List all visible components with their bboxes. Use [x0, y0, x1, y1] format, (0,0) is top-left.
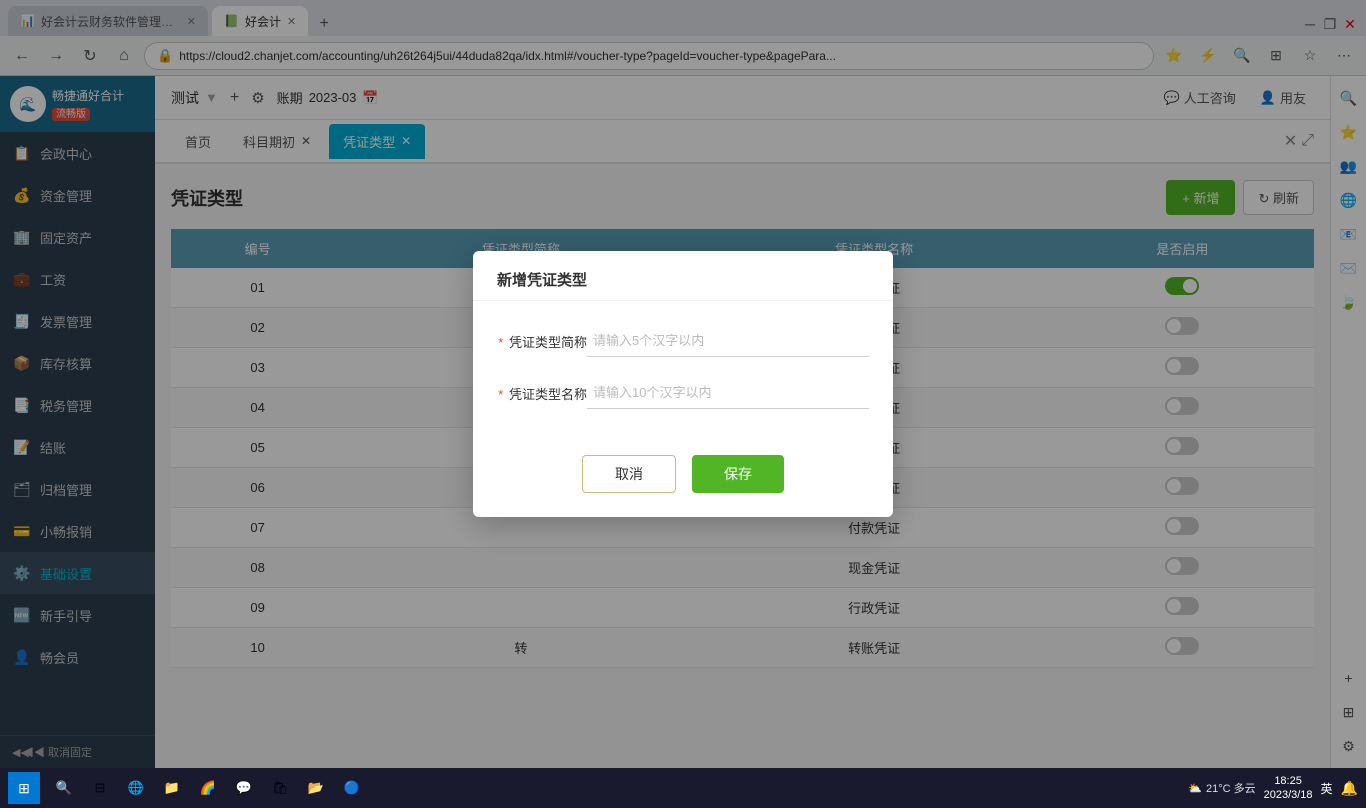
taskbar-time: 18:25 2023/3/18: [1264, 774, 1313, 803]
taskbar-notification[interactable]: 🔔: [1341, 780, 1358, 797]
taskbar-search[interactable]: 🔍: [48, 772, 80, 804]
abbr-required: *: [498, 335, 503, 350]
name-required: *: [498, 387, 503, 402]
taskbar-files[interactable]: 📁: [156, 772, 188, 804]
name-input[interactable]: [587, 377, 869, 409]
taskbar-edge[interactable]: 🌐: [120, 772, 152, 804]
start-btn[interactable]: ⊞: [8, 772, 40, 804]
abbr-input[interactable]: [587, 325, 869, 357]
taskbar-lang[interactable]: 英: [1321, 780, 1333, 797]
dialog: 新增凭证类型 * 凭证类型简称 * 凭证类型名称 取消 保存: [473, 251, 893, 517]
cancel-button[interactable]: 取消: [582, 455, 676, 493]
taskbar-explorer[interactable]: 📂: [300, 772, 332, 804]
abbr-label: * 凭证类型简称: [497, 332, 587, 351]
taskbar-chrome[interactable]: 🌈: [192, 772, 224, 804]
taskbar-wechat[interactable]: 💬: [228, 772, 260, 804]
taskbar: ⊞ 🔍 ⊟ 🌐 📁 🌈 💬 🛍 📂 🔵 ⛅ 21°C 多云 18:25 2023…: [0, 768, 1366, 808]
save-button[interactable]: 保存: [692, 455, 784, 493]
taskbar-task-view[interactable]: ⊟: [84, 772, 116, 804]
taskbar-store[interactable]: 🛍: [264, 772, 296, 804]
taskbar-edge2[interactable]: 🔵: [336, 772, 368, 804]
dialog-header: 新增凭证类型: [473, 251, 893, 301]
dialog-overlay[interactable]: 新增凭证类型 * 凭证类型简称 * 凭证类型名称 取消 保存: [0, 0, 1366, 768]
name-label: * 凭证类型名称: [497, 384, 587, 403]
taskbar-weather[interactable]: ⛅ 21°C 多云: [1188, 780, 1255, 796]
